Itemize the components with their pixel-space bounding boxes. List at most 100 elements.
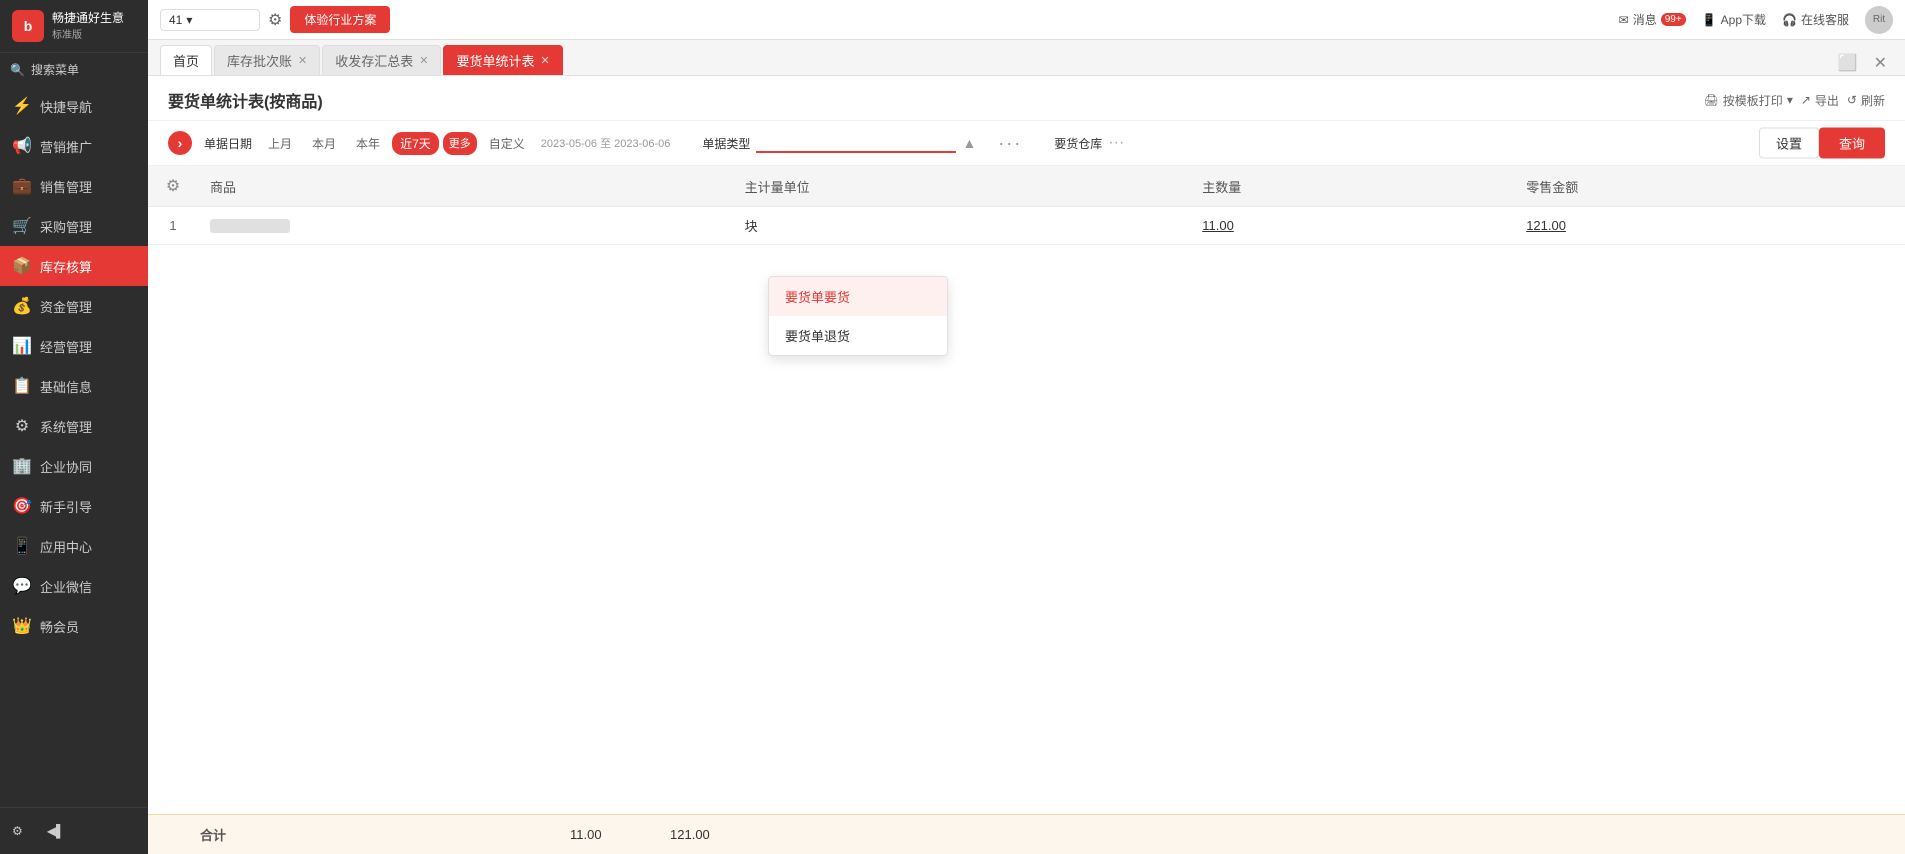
last-7-days-btn[interactable]: 近7天 <box>392 132 439 155</box>
tab-receivable-summary[interactable]: 收发存汇总表 ✕ <box>322 45 441 75</box>
topbar-gear-icon[interactable]: ⚙ <box>268 10 282 30</box>
dropdown-item-order-goods[interactable]: 要货单要货 <box>769 277 947 316</box>
sidebar-bottom: ⚙ ◀▌ <box>0 807 148 854</box>
tab-home-label: 首页 <box>173 51 199 70</box>
footer-amount: 121.00 <box>658 827 758 842</box>
print-label: 按模板打印 <box>1723 92 1783 109</box>
row-unit: 块 <box>733 207 1191 245</box>
sidebar-item-quick-nav[interactable]: ⚡ 快捷导航 <box>0 86 148 126</box>
sidebar-item-label: 系统管理 <box>40 417 92 436</box>
avatar: Rit <box>1865 6 1893 34</box>
data-table: ⚙ 商品 主计量单位 主数量 零售金额 <box>148 166 1905 245</box>
sidebar-settings-btn[interactable]: ⚙ <box>0 816 35 846</box>
sidebar-collapse-btn[interactable]: ◀▌ <box>35 816 77 846</box>
chevron-down-icon: ▾ <box>186 13 192 27</box>
app-download-label: App下载 <box>1721 11 1766 28</box>
th-gear[interactable]: ⚙ <box>148 166 198 207</box>
table-wrap: ⚙ 商品 主计量单位 主数量 零售金额 <box>148 166 1905 305</box>
sidebar-item-guide[interactable]: 🎯 新手引导 <box>0 486 148 526</box>
tab-inventory-batch-close[interactable]: ✕ <box>298 54 307 67</box>
settings-button[interactable]: 设置 <box>1759 128 1819 159</box>
filter-expand-btn[interactable]: › <box>168 131 192 155</box>
type-filter-input[interactable] <box>756 133 956 153</box>
sidebar-item-label: 企业协同 <box>40 457 92 476</box>
sidebar-item-label: 应用中心 <box>40 537 92 556</box>
row-quantity[interactable]: 11.00 <box>1190 207 1514 245</box>
tab-close-all-btn[interactable]: ✕ <box>1868 51 1893 75</box>
last-month-btn[interactable]: 上月 <box>260 132 300 155</box>
product-placeholder <box>210 219 290 233</box>
tab-order-summary-close[interactable]: ✕ <box>541 54 550 67</box>
sidebar-item-finance[interactable]: 💰 资金管理 <box>0 286 148 326</box>
sidebar-item-system[interactable]: ⚙ 系统管理 <box>0 406 148 446</box>
sidebar-item-app-center[interactable]: 📱 应用中心 <box>0 526 148 566</box>
dropdown-item-order-return-label: 要货单退货 <box>785 329 850 344</box>
page-actions: 🖨 按模板打印 ▾ ↗ 导出 ↺ 刷新 <box>1704 92 1885 109</box>
this-year-btn[interactable]: 本年 <box>348 132 388 155</box>
export-button[interactable]: ↗ 导出 <box>1801 92 1839 109</box>
type-dropdown-menu: 要货单要货 要货单退货 <box>768 276 948 356</box>
online-service-button[interactable]: 🎧 在线客服 <box>1782 11 1849 28</box>
sidebar-item-wechat[interactable]: 💬 企业微信 <box>0 566 148 606</box>
footer-quantity: 11.00 <box>558 827 658 842</box>
user-avatar-button[interactable]: Rit <box>1865 6 1893 34</box>
this-month-btn[interactable]: 本月 <box>304 132 344 155</box>
user-name: Rit <box>1873 14 1885 25</box>
sidebar-item-label: 营销推广 <box>40 137 92 156</box>
sidebar-item-label: 新手引导 <box>40 497 92 516</box>
sidebar-item-purchase[interactable]: 🛒 采购管理 <box>0 206 148 246</box>
enterprise-icon: 🏢 <box>12 456 32 476</box>
print-button[interactable]: 🖨 按模板打印 ▾ <box>1704 92 1793 109</box>
tab-home[interactable]: 首页 <box>160 45 212 75</box>
sidebar-item-sales[interactable]: 💼 销售管理 <box>0 166 148 206</box>
message-icon: ✉ <box>1619 13 1629 27</box>
tab-maximize-btn[interactable]: ⬜ <box>1832 51 1864 75</box>
topbar-left: 41 ▾ ⚙ 体验行业方案 <box>160 6 390 33</box>
sidebar-search[interactable]: 🔍 搜索菜单 <box>0 53 148 86</box>
sidebar-item-inventory[interactable]: 📦 库存核算 <box>0 246 148 286</box>
print-chevron-down-icon: ▾ <box>1787 93 1793 107</box>
sidebar-item-basic-info[interactable]: 📋 基础信息 <box>0 366 148 406</box>
dropdown-item-order-return[interactable]: 要货单退货 <box>769 316 947 355</box>
app-download-button[interactable]: 📱 App下载 <box>1702 11 1766 28</box>
mobile-icon: 📱 <box>1702 13 1717 27</box>
export-icon: ↗ <box>1801 93 1811 107</box>
th-quantity: 主数量 <box>1190 166 1514 207</box>
tab-order-summary[interactable]: 要货单统计表 ✕ <box>443 45 562 75</box>
footer-label: 合计 <box>148 825 238 844</box>
guide-icon: 🎯 <box>12 496 32 516</box>
th-product: 商品 <box>198 166 733 207</box>
date-buttons: 上月 本月 本年 近7天 更多 自定义 <box>260 132 533 155</box>
query-button[interactable]: 查询 <box>1819 128 1885 159</box>
sidebar-logo: b 畅捷通好生意 标准版 <box>0 0 148 53</box>
sidebar-item-label: 销售管理 <box>40 177 92 196</box>
dropdown-item-order-goods-label: 要货单要货 <box>785 290 850 305</box>
sidebar-item-marketing[interactable]: 📢 营销推广 <box>0 126 148 166</box>
trial-button[interactable]: 体验行业方案 <box>290 6 390 33</box>
inventory-icon: 📦 <box>12 256 32 276</box>
refresh-button[interactable]: ↺ 刷新 <box>1847 92 1885 109</box>
purchase-icon: 🛒 <box>12 216 32 236</box>
topbar-right: ✉ 消息 99+ 📱 App下载 🎧 在线客服 Rit <box>1619 6 1893 34</box>
table-row: 1 块 11.00 121.00 <box>148 207 1905 245</box>
tab-inventory-batch[interactable]: 库存批次账 ✕ <box>214 45 320 75</box>
more-dates-btn[interactable]: 更多 <box>443 132 477 155</box>
sidebar-item-operations[interactable]: 📊 经营管理 <box>0 326 148 366</box>
row-amount[interactable]: 121.00 <box>1514 207 1905 245</box>
headset-icon: 🎧 <box>1782 13 1797 27</box>
tab-inventory-batch-label: 库存批次账 <box>227 51 292 70</box>
date-range: 2023-05-06 至 2023-06-06 <box>541 135 671 151</box>
company-selector[interactable]: 41 ▾ <box>160 9 260 31</box>
messages-button[interactable]: ✉ 消息 99+ <box>1619 11 1686 28</box>
column-settings-icon[interactable]: ⚙ <box>166 178 180 195</box>
filter-more-dots[interactable]: ··· <box>998 133 1022 154</box>
sidebar-item-member[interactable]: 👑 畅会员 <box>0 606 148 646</box>
custom-date-btn[interactable]: 自定义 <box>481 132 533 155</box>
warehouse-more-icon[interactable]: ··· <box>1108 134 1124 152</box>
basic-info-icon: 📋 <box>12 376 32 396</box>
type-chevron-up-icon[interactable]: ▲ <box>962 135 976 151</box>
filter-bar: › 单据日期 上月 本月 本年 近7天 更多 自定义 2023-05-06 至 … <box>148 121 1905 166</box>
tab-receivable-summary-close[interactable]: ✕ <box>419 54 428 67</box>
logo-sub: 标准版 <box>52 26 124 41</box>
sidebar-item-enterprise[interactable]: 🏢 企业协同 <box>0 446 148 486</box>
